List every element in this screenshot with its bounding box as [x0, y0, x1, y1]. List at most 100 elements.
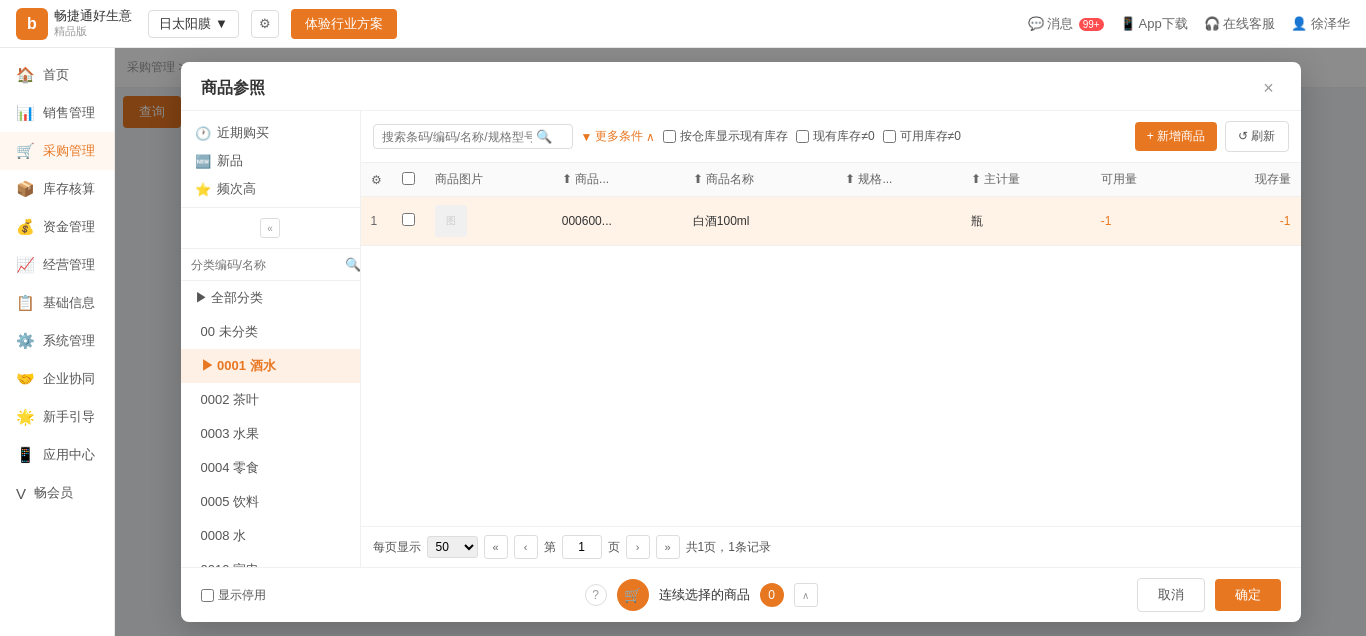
- dialog-body: 🕐 近期购买 🆕 新品 ⭐ 频次高: [181, 111, 1301, 567]
- sidebar-item-basic-info[interactable]: 📋 基础信息: [0, 284, 114, 322]
- cart-button[interactable]: 🛒: [617, 579, 649, 611]
- col-code[interactable]: ⬆ 商品...: [552, 163, 683, 197]
- col-stock: 现存量: [1196, 163, 1301, 197]
- product-search-icon[interactable]: 🔍: [536, 129, 552, 144]
- sidebar-item-guide[interactable]: 🌟 新手引导: [0, 398, 114, 436]
- sidebar-item-enterprise[interactable]: 🤝 企业协同: [0, 360, 114, 398]
- product-table: ⚙ 商品图片 ⬆ 商品...: [361, 163, 1301, 246]
- recent-icon: 🕐: [195, 126, 211, 141]
- sidebar-label-finance: 资金管理: [43, 218, 95, 236]
- last-page-button[interactable]: »: [656, 535, 680, 559]
- collapse-panel-button[interactable]: «: [260, 218, 280, 238]
- first-page-button[interactable]: «: [484, 535, 508, 559]
- sidebar-label-vip: 畅会员: [34, 484, 73, 502]
- sidebar-label-enterprise: 企业协同: [43, 370, 95, 388]
- category-item-liquor[interactable]: ▶ 0001 酒水: [181, 349, 360, 383]
- page-number-input[interactable]: [562, 535, 602, 559]
- select-all-checkbox[interactable]: [402, 172, 415, 185]
- add-product-button[interactable]: + 新增商品: [1135, 122, 1217, 151]
- quick-tab-recent-label: 近期购买: [217, 124, 269, 142]
- category-search-bar: 🔍: [181, 249, 360, 281]
- row-code: 000600...: [552, 197, 683, 246]
- per-page-select[interactable]: 50 10 20 100: [427, 536, 478, 558]
- category-item-appliance[interactable]: 0010 家电: [181, 553, 360, 567]
- category-panel: 🕐 近期购买 🆕 新品 ⭐ 频次高: [181, 111, 361, 567]
- display-disabled-checkbox[interactable]: 显示停用: [201, 587, 266, 604]
- online-service-link[interactable]: 🎧 在线客服: [1204, 15, 1276, 33]
- footer-right: 取消 确定: [1137, 578, 1281, 612]
- sidebar-item-system[interactable]: ⚙️ 系统管理: [0, 322, 114, 360]
- sidebar-item-inventory[interactable]: 📦 库存核算: [0, 170, 114, 208]
- display-disabled-input[interactable]: [201, 589, 214, 602]
- category-item-uncategorized[interactable]: 00 未分类: [181, 315, 360, 349]
- product-panel: 🔍 ▼ 更多条件 ∧ 按仓库显示现有库存: [361, 111, 1301, 567]
- row-num: 1: [361, 197, 392, 246]
- more-filter-button[interactable]: ▼ 更多条件 ∧: [581, 128, 656, 145]
- warehouse-stock-input[interactable]: [663, 130, 676, 143]
- quick-tab-new[interactable]: 🆕 新品: [181, 147, 360, 175]
- sidebar-item-operations[interactable]: 📈 经营管理: [0, 246, 114, 284]
- enterprise-icon: 🤝: [16, 370, 35, 388]
- purchase-icon: 🛒: [16, 142, 35, 160]
- category-item-snack[interactable]: 0004 零食: [181, 451, 360, 485]
- col-name[interactable]: ⬆ 商品名称: [683, 163, 835, 197]
- row-image: 图: [425, 197, 552, 246]
- confirm-button[interactable]: 确定: [1215, 579, 1281, 611]
- available-stock-checkbox[interactable]: 可用库存≠0: [883, 128, 961, 145]
- quick-tab-frequent[interactable]: ⭐ 频次高: [181, 175, 360, 203]
- product-image-placeholder: 图: [435, 205, 467, 237]
- product-toolbar: 🔍 ▼ 更多条件 ∧ 按仓库显示现有库存: [361, 111, 1301, 163]
- refresh-button[interactable]: ↺ 刷新: [1225, 121, 1288, 152]
- toolbar-right: + 新增商品 ↺ 刷新: [1135, 121, 1289, 152]
- table-row[interactable]: 1 图 000600... 白酒100ml: [361, 197, 1301, 246]
- category-item-tea[interactable]: 0002 茶叶: [181, 383, 360, 417]
- sidebar-item-apps[interactable]: 📱 应用中心: [0, 436, 114, 474]
- category-search-input[interactable]: [191, 258, 341, 272]
- sidebar-item-sales[interactable]: 📊 销售管理: [0, 94, 114, 132]
- store-selector[interactable]: 日太阳膜 ▼: [148, 10, 239, 38]
- row-available: -1: [1091, 197, 1196, 246]
- prev-page-button[interactable]: ‹: [514, 535, 538, 559]
- message-area[interactable]: 💬 消息 99+: [1028, 15, 1104, 33]
- product-search-input[interactable]: [382, 130, 532, 144]
- sidebar-label-purchase: 采购管理: [43, 142, 95, 160]
- settings-icon[interactable]: ⚙: [251, 10, 279, 38]
- topnav-right: 💬 消息 99+ 📱 App下载 🎧 在线客服 👤 徐泽华: [1028, 15, 1351, 33]
- col-settings[interactable]: ⚙: [361, 163, 392, 197]
- row-checkbox[interactable]: [392, 197, 425, 246]
- category-list: ▶ 全部分类 00 未分类 ▶ 0001 酒水 0002 茶叶: [181, 281, 360, 567]
- sidebar-item-purchase[interactable]: 🛒 采购管理: [0, 132, 114, 170]
- logo-icon: b: [16, 8, 48, 40]
- sidebar-item-home[interactable]: 🏠 首页: [0, 56, 114, 94]
- quick-tab-recent[interactable]: 🕐 近期购买: [181, 119, 360, 147]
- collapse-footer-button[interactable]: ∧: [794, 583, 818, 607]
- sidebar-item-finance[interactable]: 💰 资金管理: [0, 208, 114, 246]
- experience-button[interactable]: 体验行业方案: [291, 9, 397, 39]
- help-icon[interactable]: ?: [585, 584, 607, 606]
- col-unit[interactable]: ⬆ 主计量: [961, 163, 1091, 197]
- category-item-water[interactable]: 0008 水: [181, 519, 360, 553]
- table-header-row: ⚙ 商品图片 ⬆ 商品...: [361, 163, 1301, 197]
- row-select-checkbox[interactable]: [402, 213, 415, 226]
- existing-stock-checkbox[interactable]: 现有库存≠0: [796, 128, 874, 145]
- product-search-box: 🔍: [373, 124, 573, 149]
- sidebar-label-operations: 经营管理: [43, 256, 95, 274]
- available-stock-input[interactable]: [883, 130, 896, 143]
- next-page-button[interactable]: ›: [626, 535, 650, 559]
- app-download-link[interactable]: 📱 App下载: [1120, 15, 1188, 33]
- sidebar-item-vip[interactable]: V 畅会员: [0, 474, 114, 512]
- dialog-close-button[interactable]: ×: [1257, 76, 1281, 100]
- category-item-fruit[interactable]: 0003 水果: [181, 417, 360, 451]
- category-item-all[interactable]: ▶ 全部分类: [181, 281, 360, 315]
- category-search-icon[interactable]: 🔍: [345, 257, 361, 272]
- cancel-button[interactable]: 取消: [1137, 578, 1205, 612]
- existing-stock-input[interactable]: [796, 130, 809, 143]
- category-item-drink[interactable]: 0005 饮料: [181, 485, 360, 519]
- user-avatar[interactable]: 👤 徐泽华: [1291, 15, 1350, 33]
- new-icon: 🆕: [195, 154, 211, 169]
- quick-tab-new-label: 新品: [217, 152, 243, 170]
- vip-icon: V: [16, 485, 26, 502]
- page-label: 第: [544, 539, 556, 556]
- warehouse-stock-checkbox[interactable]: 按仓库显示现有库存: [663, 128, 788, 145]
- col-spec[interactable]: ⬆ 规格...: [835, 163, 961, 197]
